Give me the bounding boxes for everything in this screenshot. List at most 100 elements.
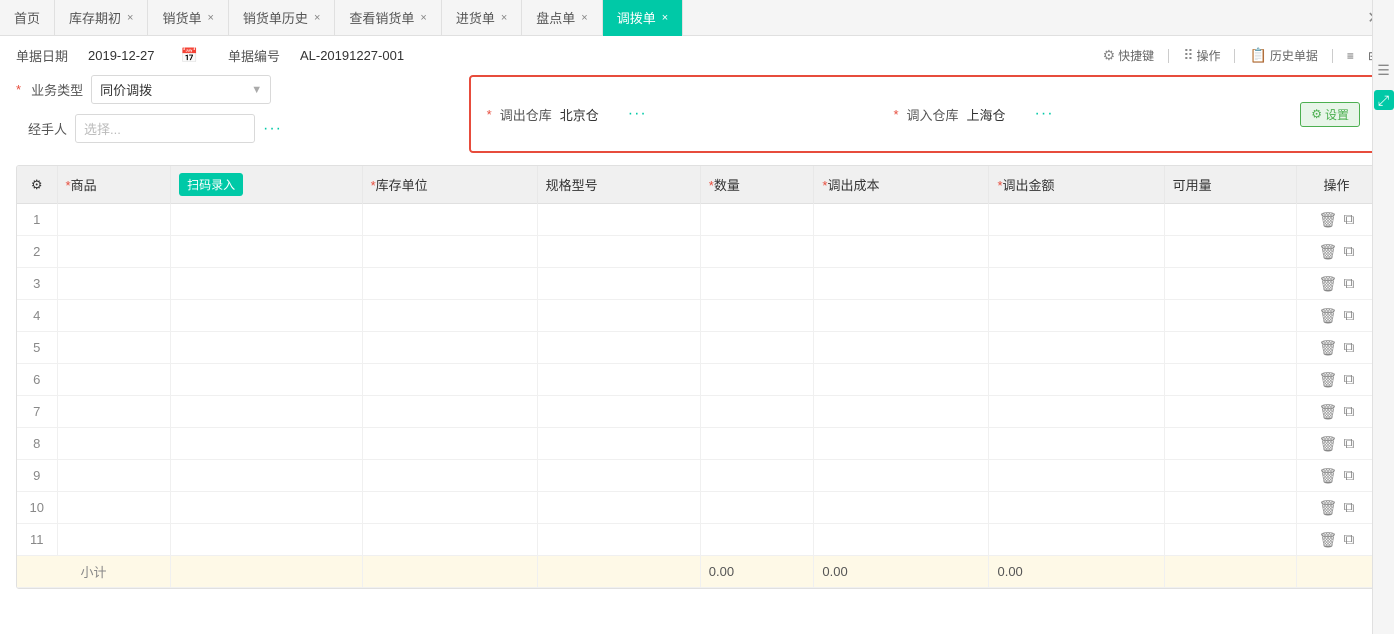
warehouse-in-more[interactable]: ··· <box>1035 105 1054 123</box>
cell-product[interactable] <box>57 492 171 524</box>
list-view-button[interactable]: ≡ <box>1347 49 1354 63</box>
cell-cost[interactable] <box>814 524 989 556</box>
cell-amount[interactable] <box>989 204 1164 236</box>
copy-icon[interactable]: ⧉ <box>1344 403 1355 420</box>
copy-icon[interactable]: ⧉ <box>1344 371 1355 388</box>
cell-qty[interactable] <box>700 364 814 396</box>
delete-icon[interactable]: 🗑 <box>1319 211 1338 229</box>
cell-qty[interactable] <box>700 236 814 268</box>
cell-spec[interactable] <box>537 332 700 364</box>
th-settings[interactable]: ⚙ <box>17 166 57 204</box>
handler-select[interactable]: 选择... <box>75 114 255 143</box>
shortcut-key-button[interactable]: ⚙ 快捷键 <box>1103 47 1155 64</box>
tab-view-sales[interactable]: 查看销货单 × <box>335 0 441 36</box>
cell-product[interactable] <box>57 396 171 428</box>
cell-amount[interactable] <box>989 300 1164 332</box>
cell-amount[interactable] <box>989 236 1164 268</box>
cell-amount[interactable] <box>989 268 1164 300</box>
cell-product[interactable] <box>57 460 171 492</box>
sidebar-list-icon[interactable]: ☰ <box>1374 60 1394 80</box>
settings-btn[interactable]: ⚙ 设置 <box>1300 102 1360 127</box>
cell-amount[interactable] <box>989 428 1164 460</box>
copy-icon[interactable]: ⧉ <box>1344 243 1355 260</box>
delete-icon[interactable]: 🗑 <box>1319 339 1338 357</box>
cell-qty[interactable] <box>700 204 814 236</box>
cell-cost[interactable] <box>814 204 989 236</box>
sidebar-expand-icon[interactable]: ⤢ <box>1374 90 1394 110</box>
copy-icon[interactable]: ⧉ <box>1344 531 1355 548</box>
cell-unit[interactable] <box>362 428 537 460</box>
settings-button[interactable]: ⚙ 设置 <box>1300 102 1360 127</box>
cell-product[interactable] <box>57 364 171 396</box>
cell-unit[interactable] <box>362 460 537 492</box>
cell-spec[interactable] <box>537 300 700 332</box>
close-sales-history[interactable]: × <box>314 12 320 24</box>
cell-spec[interactable] <box>537 268 700 300</box>
tab-purchase-order[interactable]: 进货单 × <box>442 0 522 36</box>
close-view-sales[interactable]: × <box>420 12 426 24</box>
cell-qty[interactable] <box>700 332 814 364</box>
delete-icon[interactable]: 🗑 <box>1319 371 1338 389</box>
cell-cost[interactable] <box>814 268 989 300</box>
tab-transfer-order[interactable]: 调拨单 × <box>603 0 683 36</box>
cell-cost[interactable] <box>814 332 989 364</box>
history-button[interactable]: 📋 历史单据 <box>1249 47 1317 64</box>
cell-cost[interactable] <box>814 492 989 524</box>
copy-icon[interactable]: ⧉ <box>1344 339 1355 356</box>
cell-qty[interactable] <box>700 460 814 492</box>
cell-cost[interactable] <box>814 428 989 460</box>
warehouse-out-more[interactable]: ··· <box>628 105 647 123</box>
cell-spec[interactable] <box>537 236 700 268</box>
cell-unit[interactable] <box>362 204 537 236</box>
delete-icon[interactable]: 🗑 <box>1319 435 1338 453</box>
cell-spec[interactable] <box>537 396 700 428</box>
delete-icon[interactable]: 🗑 <box>1319 275 1338 293</box>
cell-product[interactable] <box>57 204 171 236</box>
close-sales-order[interactable]: × <box>207 12 213 24</box>
cell-unit[interactable] <box>362 236 537 268</box>
copy-icon[interactable]: ⧉ <box>1344 275 1355 292</box>
cell-qty[interactable] <box>700 428 814 460</box>
cell-product[interactable] <box>57 300 171 332</box>
copy-icon[interactable]: ⧉ <box>1344 307 1355 324</box>
cell-amount[interactable] <box>989 332 1164 364</box>
cell-spec[interactable] <box>537 492 700 524</box>
cell-cost[interactable] <box>814 236 989 268</box>
tab-inventory-count[interactable]: 盘点单 × <box>522 0 602 36</box>
scan-button[interactable]: 扫码录入 <box>179 173 243 196</box>
delete-icon[interactable]: 🗑 <box>1319 307 1338 325</box>
cell-product[interactable] <box>57 268 171 300</box>
close-purchase-order[interactable]: × <box>501 12 507 24</box>
calendar-icon[interactable]: 📅 <box>181 47 198 64</box>
cell-unit[interactable] <box>362 364 537 396</box>
cell-product[interactable] <box>57 524 171 556</box>
cell-unit[interactable] <box>362 332 537 364</box>
business-type-select[interactable]: 同价调拨 ▼ <box>91 75 271 104</box>
cell-cost[interactable] <box>814 396 989 428</box>
cell-amount[interactable] <box>989 460 1164 492</box>
cell-qty[interactable] <box>700 300 814 332</box>
delete-icon[interactable]: 🗑 <box>1319 499 1338 517</box>
cell-qty[interactable] <box>700 396 814 428</box>
close-inventory-count[interactable]: × <box>581 12 587 24</box>
cell-unit[interactable] <box>362 396 537 428</box>
cell-spec[interactable] <box>537 428 700 460</box>
copy-icon[interactable]: ⧉ <box>1344 435 1355 452</box>
cell-unit[interactable] <box>362 524 537 556</box>
cell-product[interactable] <box>57 332 171 364</box>
delete-icon[interactable]: 🗑 <box>1319 403 1338 421</box>
cell-amount[interactable] <box>989 396 1164 428</box>
delete-icon[interactable]: 🗑 <box>1319 243 1338 261</box>
tab-sales-history[interactable]: 销货单历史 × <box>229 0 335 36</box>
tab-home[interactable]: 首页 <box>0 0 55 36</box>
close-transfer-order[interactable]: × <box>662 12 668 24</box>
cell-product[interactable] <box>57 428 171 460</box>
copy-icon[interactable]: ⧉ <box>1344 211 1355 228</box>
tab-inventory-init[interactable]: 库存期初 × <box>55 0 148 36</box>
handler-more-btn[interactable]: ··· <box>263 120 282 138</box>
cell-spec[interactable] <box>537 524 700 556</box>
cell-spec[interactable] <box>537 364 700 396</box>
cell-amount[interactable] <box>989 492 1164 524</box>
cell-unit[interactable] <box>362 300 537 332</box>
cell-qty[interactable] <box>700 492 814 524</box>
